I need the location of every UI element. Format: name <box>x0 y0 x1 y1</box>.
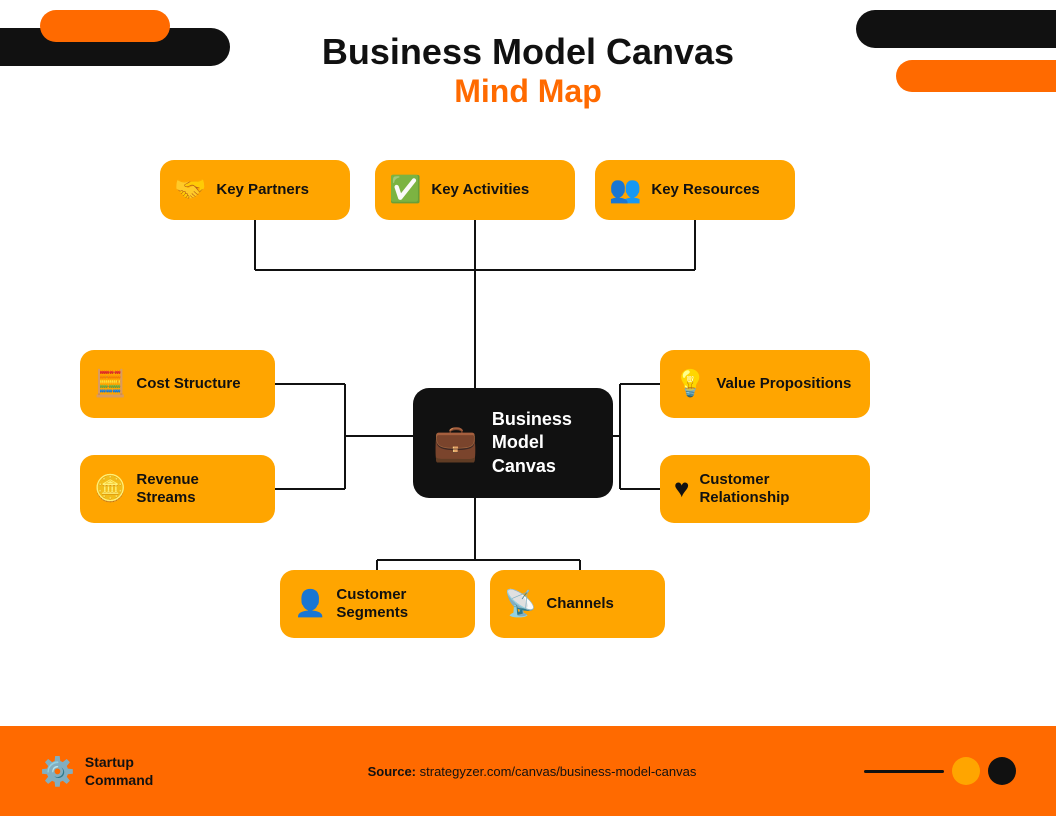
footer-line <box>864 770 944 773</box>
node-key-partners: 🤝 Key Partners <box>160 160 350 220</box>
node-customer-segments: 👤 Customer Segments <box>280 570 475 638</box>
node-cost-structure: 🧮 Cost Structure <box>80 350 275 418</box>
title-area: Business Model Canvas Mind Map <box>0 30 1056 110</box>
node-key-resources: 👥 Key Resources <box>595 160 795 220</box>
node-value-propositions: 💡 Value Propositions <box>660 350 870 418</box>
footer: ⚙️ StartupCommand Source: strategyzer.co… <box>0 726 1056 816</box>
lightbulb-icon: 💡 <box>674 368 706 399</box>
coins-icon: 🪙 <box>94 473 126 504</box>
brand-name: StartupCommand <box>85 753 153 789</box>
page-subtitle: Mind Map <box>0 73 1056 110</box>
canvas-area: 🤝 Key Partners ✅ Key Activities 👥 Key Re… <box>50 140 1006 726</box>
person-icon: 👤 <box>294 588 326 619</box>
node-center: 💼 Business Model Canvas <box>413 388 613 498</box>
heart-icon: ♥ <box>674 473 689 504</box>
brand-icon: ⚙️ <box>40 755 75 788</box>
node-customer-relationship: ♥ Customer Relationship <box>660 455 870 523</box>
footer-source: Source: strategyzer.com/canvas/business-… <box>200 764 864 779</box>
page-title: Business Model Canvas <box>0 30 1056 73</box>
signal-icon: 📡 <box>504 588 536 619</box>
brand: ⚙️ StartupCommand <box>40 753 200 789</box>
calculator-icon: 🧮 <box>94 368 126 399</box>
node-channels: 📡 Channels <box>490 570 665 638</box>
people-icon: 👥 <box>609 174 641 205</box>
handshake-icon: 🤝 <box>174 174 206 205</box>
node-revenue-streams: 🪙 Revenue Streams <box>80 455 275 523</box>
source-label: Source: <box>368 764 416 779</box>
footer-dot-black <box>988 757 1016 785</box>
footer-decoration <box>864 757 1016 785</box>
checkmark-icon: ✅ <box>389 174 421 205</box>
source-url: strategyzer.com/canvas/business-model-ca… <box>420 764 697 779</box>
footer-dot-orange <box>952 757 980 785</box>
node-key-activities: ✅ Key Activities <box>375 160 575 220</box>
briefcase-icon: 💼 <box>433 420 478 467</box>
